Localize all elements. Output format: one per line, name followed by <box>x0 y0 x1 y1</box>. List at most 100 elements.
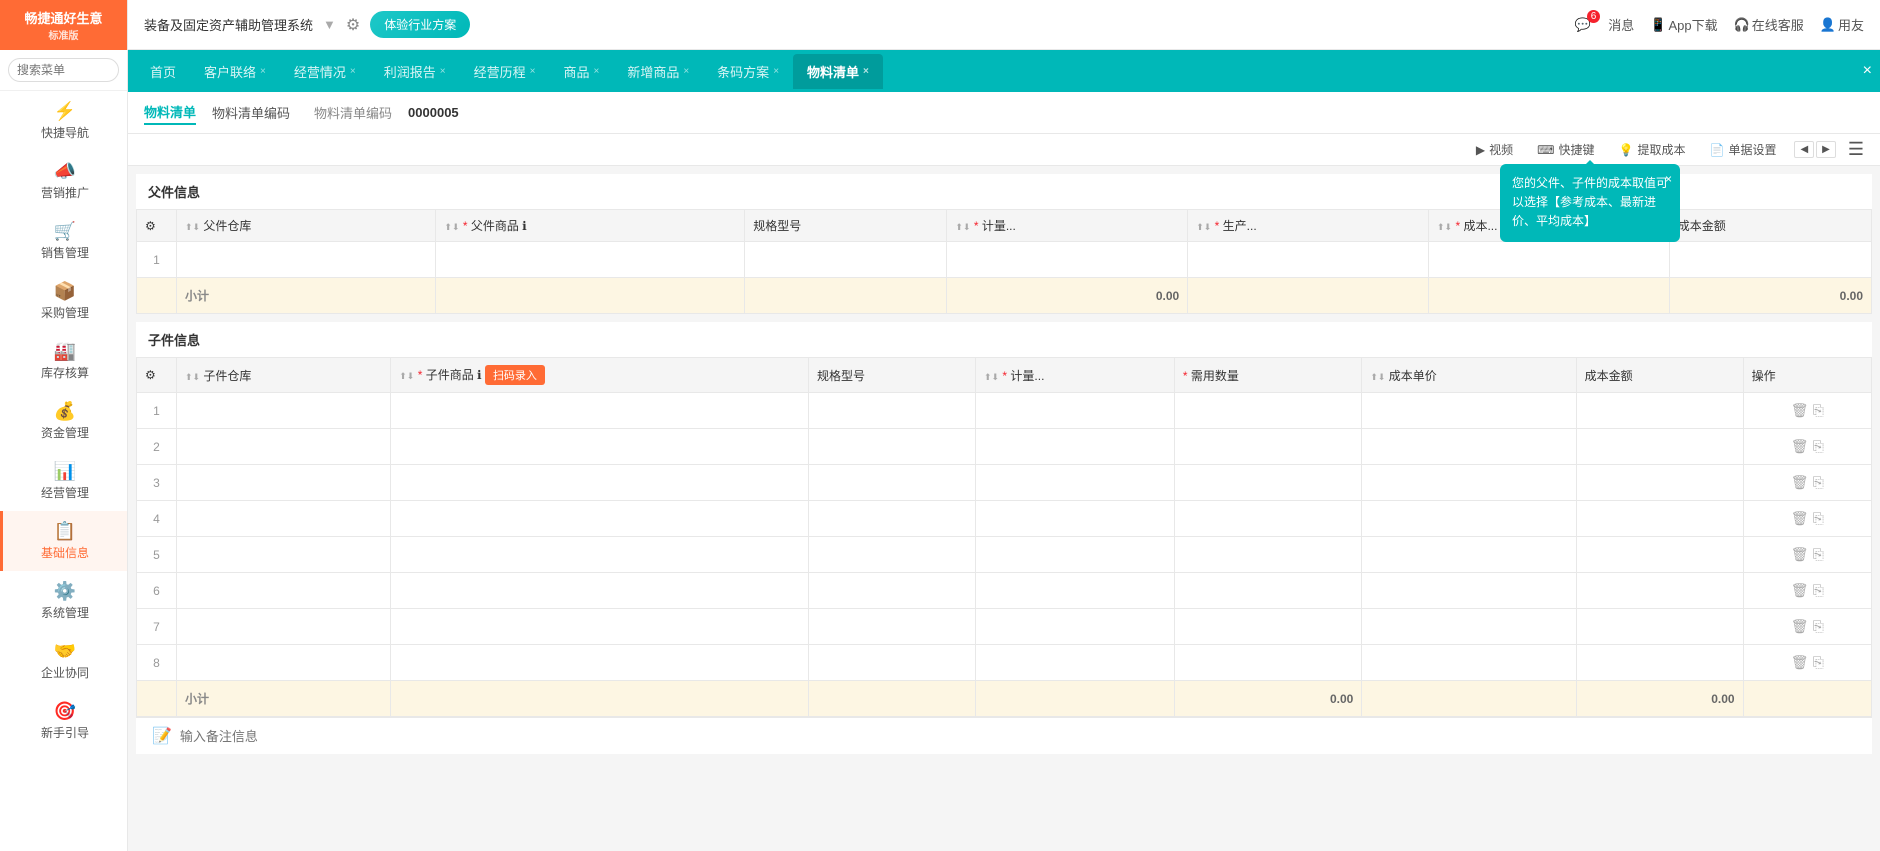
child-cell-unit[interactable] <box>975 501 1174 537</box>
tab-close-6[interactable]: × <box>683 66 689 77</box>
child-cell-product[interactable] <box>391 501 809 537</box>
child-cell-unit-cost[interactable] <box>1362 465 1576 501</box>
child-cell-unit-cost[interactable] <box>1362 609 1576 645</box>
child-cell-cost-amount[interactable] <box>1576 465 1743 501</box>
nav-tab-7[interactable]: 条码方案× <box>703 54 793 89</box>
child-cell-unit[interactable] <box>975 393 1174 429</box>
nav-tab-8[interactable]: 物料清单× <box>793 54 883 89</box>
parent-cell-warehouse[interactable] <box>177 242 436 278</box>
user-item[interactable]: 👤 用友 <box>1820 15 1864 34</box>
sidebar-item-basic[interactable]: 📋基础信息 <box>0 511 127 571</box>
child-cell-cost-amount[interactable] <box>1576 429 1743 465</box>
dropdown-arrow-icon[interactable]: ▼ <box>323 17 336 32</box>
copy-icon[interactable]: ⎘ <box>1813 438 1824 455</box>
tab-close-5[interactable]: × <box>593 66 599 77</box>
close-all-tabs[interactable]: × <box>1863 62 1872 80</box>
copy-icon[interactable]: ⎘ <box>1813 510 1824 527</box>
nav-tab-5[interactable]: 商品× <box>549 54 613 89</box>
child-cell-spec[interactable] <box>809 609 976 645</box>
copy-icon[interactable]: ⎘ <box>1813 474 1824 491</box>
delete-icon[interactable]: 🗑 <box>1791 618 1809 635</box>
copy-icon[interactable]: ⎘ <box>1813 618 1824 635</box>
next-arrow[interactable]: ▶ <box>1816 141 1836 158</box>
child-cell-unit-cost[interactable] <box>1362 537 1576 573</box>
sidebar-item-quick-nav[interactable]: ⚡快捷导航 <box>0 91 127 151</box>
copy-icon[interactable]: ⎘ <box>1813 582 1824 599</box>
sidebar-item-guide[interactable]: 🎯新手引导 <box>0 691 127 751</box>
child-cell-product[interactable] <box>391 465 809 501</box>
delete-icon[interactable]: 🗑 <box>1791 654 1809 671</box>
child-cell-product[interactable] <box>391 393 809 429</box>
child-cell-qty[interactable] <box>1174 609 1362 645</box>
copy-icon[interactable]: ⎘ <box>1813 546 1824 563</box>
child-cell-cost-amount[interactable] <box>1576 537 1743 573</box>
sidebar-item-inventory[interactable]: 🏭库存核算 <box>0 331 127 391</box>
tab-close-8[interactable]: × <box>863 66 869 77</box>
child-cell-unit[interactable] <box>975 609 1174 645</box>
child-cell-cost-amount[interactable] <box>1576 393 1743 429</box>
note-input[interactable] <box>180 729 1856 744</box>
child-cell-spec[interactable] <box>809 573 976 609</box>
child-cell-qty[interactable] <box>1174 465 1362 501</box>
child-cell-product[interactable] <box>391 609 809 645</box>
delete-icon[interactable]: 🗑 <box>1791 546 1809 563</box>
menu-icon[interactable]: ☰ <box>1848 139 1864 160</box>
child-cell-unit-cost[interactable] <box>1362 501 1576 537</box>
child-cell-spec[interactable] <box>809 537 976 573</box>
child-col-settings[interactable]: ⚙ <box>137 358 177 393</box>
child-cell-warehouse[interactable] <box>177 429 391 465</box>
child-cell-unit[interactable] <box>975 573 1174 609</box>
child-cell-warehouse[interactable] <box>177 645 391 681</box>
sidebar-item-cooperation[interactable]: 🤝企业协同 <box>0 631 127 691</box>
delete-icon[interactable]: 🗑 <box>1791 582 1809 599</box>
child-cell-qty[interactable] <box>1174 429 1362 465</box>
child-cell-cost-amount[interactable] <box>1576 645 1743 681</box>
parent-cell-product[interactable] <box>436 242 745 278</box>
child-cell-qty[interactable] <box>1174 393 1362 429</box>
child-cell-spec[interactable] <box>809 501 976 537</box>
copy-icon[interactable]: ⎘ <box>1813 402 1824 419</box>
child-cell-unit-cost[interactable] <box>1362 393 1576 429</box>
search-input[interactable] <box>8 58 119 82</box>
child-cell-product[interactable] <box>391 429 809 465</box>
nav-tab-0[interactable]: 首页 <box>136 54 190 89</box>
tab-close-1[interactable]: × <box>260 66 266 77</box>
single-setting-btn[interactable]: 📄 单据设置 <box>1703 138 1782 161</box>
child-cell-unit-cost[interactable] <box>1362 573 1576 609</box>
nav-tab-1[interactable]: 客户联络× <box>190 54 280 89</box>
nav-tab-4[interactable]: 经营历程× <box>460 54 550 89</box>
child-cell-cost-amount[interactable] <box>1576 501 1743 537</box>
delete-icon[interactable]: 🗑 <box>1791 510 1809 527</box>
child-cell-spec[interactable] <box>809 645 976 681</box>
child-cell-cost-amount[interactable] <box>1576 573 1743 609</box>
sidebar-item-system[interactable]: ⚙️系统管理 <box>0 571 127 631</box>
delete-icon[interactable]: 🗑 <box>1791 474 1809 491</box>
view-btn[interactable]: ▶ 视频 <box>1470 138 1519 161</box>
prev-arrow[interactable]: ◀ <box>1794 141 1814 158</box>
parent-cell-cost[interactable] <box>1429 242 1670 278</box>
app-download-item[interactable]: 📱 App下载 <box>1650 15 1717 34</box>
child-cell-spec[interactable] <box>809 465 976 501</box>
settings-icon[interactable]: ⚙ <box>346 15 360 35</box>
sidebar-item-operation[interactable]: 📊经营管理 <box>0 451 127 511</box>
child-cell-warehouse[interactable] <box>177 609 391 645</box>
nav-tab-3[interactable]: 利润报告× <box>370 54 460 89</box>
parent-col-settings[interactable]: ⚙ <box>137 210 177 242</box>
nav-tab-2[interactable]: 经营情况× <box>280 54 370 89</box>
child-cell-unit[interactable] <box>975 465 1174 501</box>
child-cell-warehouse[interactable] <box>177 573 391 609</box>
parent-cell-produce[interactable] <box>1188 242 1429 278</box>
sidebar-item-purchase[interactable]: 📦采购管理 <box>0 271 127 331</box>
child-cell-unit[interactable] <box>975 645 1174 681</box>
child-cell-qty[interactable] <box>1174 501 1362 537</box>
child-cell-product[interactable] <box>391 537 809 573</box>
child-cell-spec[interactable] <box>809 393 976 429</box>
child-cell-unit-cost[interactable] <box>1362 429 1576 465</box>
tab-close-2[interactable]: × <box>350 66 356 77</box>
child-cell-qty[interactable] <box>1174 645 1362 681</box>
tooltip-close-btn[interactable]: × <box>1665 170 1672 189</box>
trial-button[interactable]: 体验行业方案 <box>370 11 470 38</box>
child-cell-unit[interactable] <box>975 429 1174 465</box>
child-cell-product[interactable] <box>391 645 809 681</box>
sidebar-item-finance[interactable]: 💰资金管理 <box>0 391 127 451</box>
